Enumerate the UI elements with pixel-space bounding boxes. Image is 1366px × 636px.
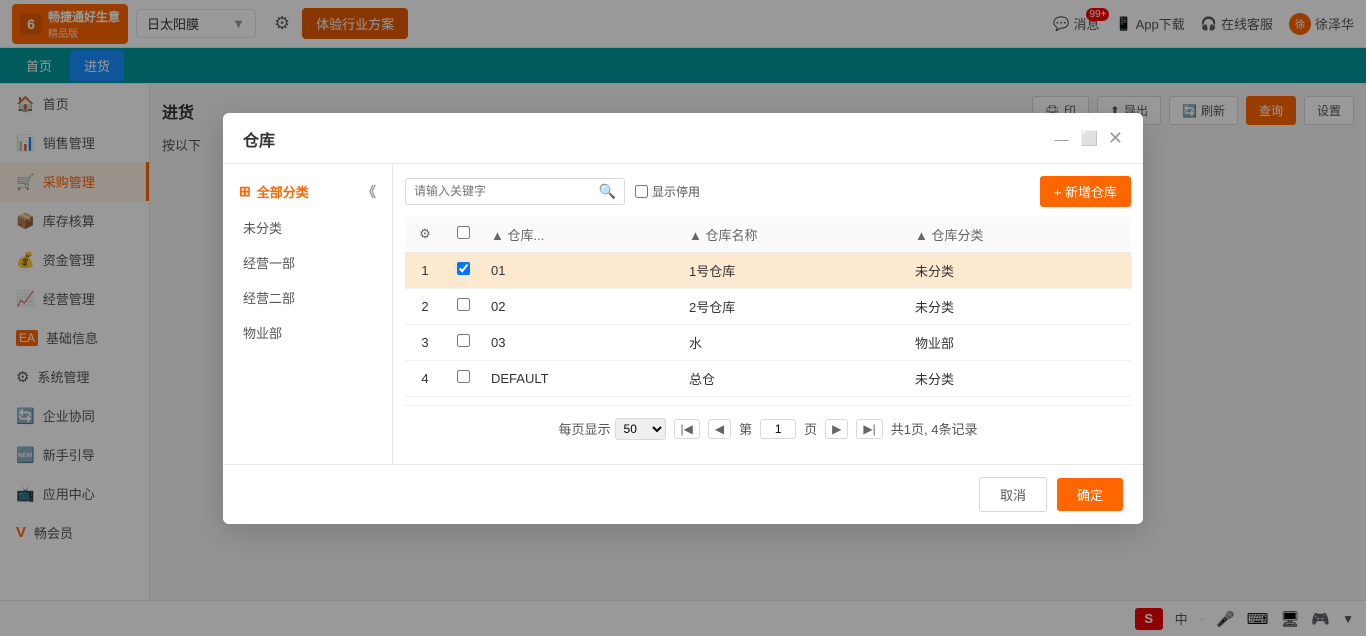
row-name: 总仓 <box>679 360 905 396</box>
table-row: 2 02 2号仓库 未分类 <box>405 288 1131 324</box>
row-num: 3 <box>405 324 445 360</box>
page-size-dropdown[interactable]: 50 10 20 100 <box>615 418 666 440</box>
row-select-checkbox[interactable] <box>457 262 470 275</box>
page-size-select: 每页显示 50 10 20 100 <box>559 418 666 440</box>
row-code: DEFAULT <box>481 360 679 396</box>
show-disabled-checkbox[interactable] <box>635 185 648 198</box>
row-category: 物业部 <box>905 324 1131 360</box>
category-property[interactable]: 物业部 <box>223 315 392 350</box>
row-checkbox[interactable] <box>445 252 481 288</box>
table-header: ⚙ ▲ 仓库... ▲ <box>405 217 1131 253</box>
table-container: ⚙ ▲ 仓库... ▲ <box>405 217 1131 397</box>
next-page-btn[interactable]: ▶ <box>825 419 848 439</box>
row-code: 03 <box>481 324 679 360</box>
col-code: ▲ 仓库... <box>481 217 679 253</box>
row-num: 1 <box>405 252 445 288</box>
search-icon: 🔍 <box>599 183 616 200</box>
col-checkbox <box>445 217 481 253</box>
category-uncategorized[interactable]: 未分类 <box>223 210 392 245</box>
row-name: 1号仓库 <box>679 252 905 288</box>
close-button[interactable]: ✕ <box>1108 128 1123 149</box>
row-num: 2 <box>405 288 445 324</box>
row-category: 未分类 <box>905 252 1131 288</box>
dialog-title: 仓库 <box>243 127 275 151</box>
table-row: 3 03 水 物业部 <box>405 324 1131 360</box>
row-checkbox[interactable] <box>445 360 481 396</box>
col-settings: ⚙ <box>405 217 445 253</box>
row-select-checkbox[interactable] <box>457 370 470 383</box>
col-category: ▲ 仓库分类 <box>905 217 1131 253</box>
dialog-right-panel: 🔍 显示停用 + 新增仓库 ⚙ <box>393 164 1143 464</box>
all-categories-item[interactable]: ⊞ 全部分类 《 <box>223 174 392 210</box>
row-category: 未分类 <box>905 360 1131 396</box>
dialog-header: 仓库 — ⬜ ✕ <box>223 113 1143 164</box>
first-page-btn[interactable]: |◀ <box>674 419 700 439</box>
row-select-checkbox[interactable] <box>457 334 470 347</box>
dialog-body: ⊞ 全部分类 《 未分类 经营一部 经营二部 物业部 <box>223 164 1143 464</box>
table-row: 4 DEFAULT 总仓 未分类 <box>405 360 1131 396</box>
dialog-toolbar: 🔍 显示停用 + 新增仓库 <box>405 176 1131 207</box>
window-controls: — ⬜ ✕ <box>1052 128 1123 149</box>
warehouse-table: ⚙ ▲ 仓库... ▲ <box>405 217 1131 397</box>
row-num: 4 <box>405 360 445 396</box>
last-page-btn[interactable]: ▶| <box>856 419 882 439</box>
page-suffix: 页 <box>804 419 817 438</box>
table-row: 1 01 1号仓库 未分类 <box>405 252 1131 288</box>
collapse-icon[interactable]: 《 <box>362 182 376 202</box>
select-all-checkbox[interactable] <box>457 226 470 239</box>
category-dept1[interactable]: 经营一部 <box>223 245 392 280</box>
category-dept2[interactable]: 经营二部 <box>223 280 392 315</box>
grid-icon: ⊞ <box>239 183 251 200</box>
add-warehouse-button[interactable]: + 新增仓库 <box>1040 176 1131 207</box>
row-checkbox[interactable] <box>445 324 481 360</box>
maximize-button[interactable]: ⬜ <box>1078 130 1099 147</box>
row-name: 2号仓库 <box>679 288 905 324</box>
row-checkbox[interactable] <box>445 288 481 324</box>
dialog-overlay: 仓库 — ⬜ ✕ ⊞ 全部分类 《 未分类 经营一部 <box>0 0 1366 636</box>
page-number-input[interactable] <box>760 419 796 439</box>
search-input[interactable] <box>414 184 599 198</box>
row-select-checkbox[interactable] <box>457 298 470 311</box>
minimize-button[interactable]: — <box>1052 131 1070 147</box>
row-code: 02 <box>481 288 679 324</box>
dialog-footer: 取消 确定 <box>223 464 1143 524</box>
warehouse-dialog: 仓库 — ⬜ ✕ ⊞ 全部分类 《 未分类 经营一部 <box>223 113 1143 524</box>
prev-page-btn[interactable]: ◀ <box>708 419 731 439</box>
all-categories-label: 全部分类 <box>257 182 309 201</box>
show-disabled-label[interactable]: 显示停用 <box>635 183 700 200</box>
settings-col-icon: ⚙ <box>419 226 431 241</box>
col-name: ▲ 仓库名称 <box>679 217 905 253</box>
row-code: 01 <box>481 252 679 288</box>
dialog-left-panel: ⊞ 全部分类 《 未分类 经营一部 经营二部 物业部 <box>223 164 393 464</box>
page-label: 第 <box>739 419 752 438</box>
pagination: 每页显示 50 10 20 100 |◀ ◀ 第 页 ▶ ▶| <box>405 405 1131 452</box>
cancel-button[interactable]: 取消 <box>979 477 1047 512</box>
confirm-button[interactable]: 确定 <box>1057 478 1123 511</box>
table-body: 1 01 1号仓库 未分类 2 02 2号仓库 未分类 3 03 水 物业部 4… <box>405 252 1131 396</box>
row-name: 水 <box>679 324 905 360</box>
search-wrap: 🔍 <box>405 178 625 205</box>
total-info: 共1页, 4条记录 <box>891 419 978 438</box>
row-category: 未分类 <box>905 288 1131 324</box>
